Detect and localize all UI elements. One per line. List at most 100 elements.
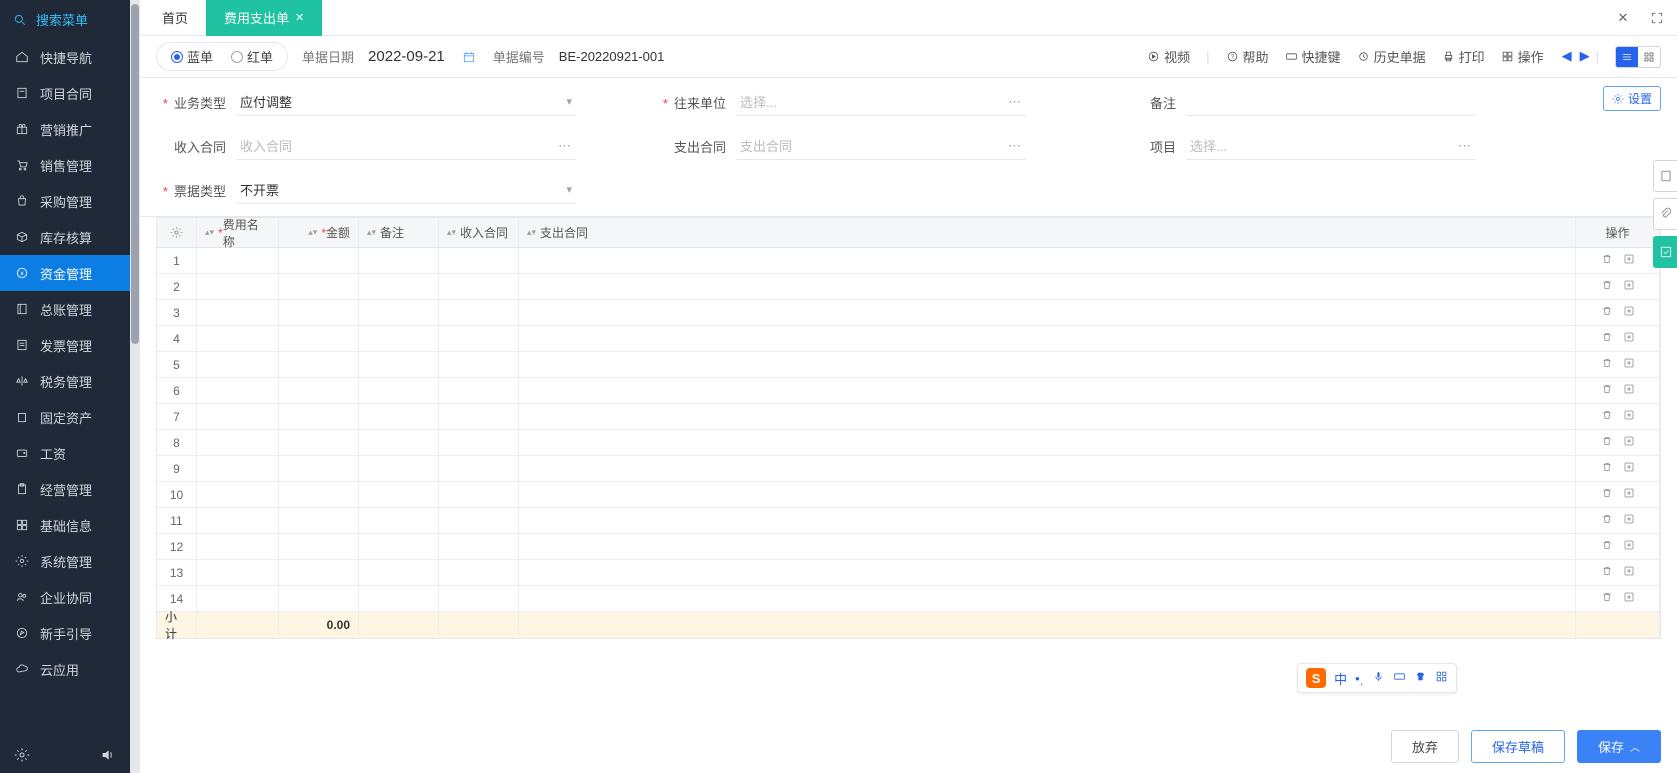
add-row-icon[interactable] [1623,409,1635,424]
cell-remark[interactable] [359,352,439,377]
view-grid-icon[interactable] [1638,47,1660,67]
sidebar-item-assets[interactable]: 固定资产 [0,399,130,435]
cell-name[interactable] [197,456,279,481]
dock-note-icon[interactable] [1653,160,1677,192]
sidebar-item-system[interactable]: 系统管理 [0,543,130,579]
sidebar-search[interactable]: 搜索菜单 [0,0,130,39]
cell-amount[interactable] [279,274,359,299]
cell-income[interactable] [439,378,519,403]
income-contract-select[interactable]: 收入合同⋯ [236,132,576,160]
col-name-header[interactable]: ▴▾*费用名称 [197,218,279,247]
cell-amount[interactable] [279,248,359,273]
col-remark-header[interactable]: ▴▾备注 [359,218,439,247]
table-row[interactable]: 6 [157,378,1660,404]
cell-name[interactable] [197,300,279,325]
cell-name[interactable] [197,482,279,507]
cell-remark[interactable] [359,456,439,481]
ime-punct-icon[interactable]: •ˌ [1355,671,1364,686]
sidebar-item-operations[interactable]: 经营管理 [0,471,130,507]
cell-amount[interactable] [279,482,359,507]
cell-amount[interactable] [279,300,359,325]
cell-remark[interactable] [359,274,439,299]
ime-toolbox-icon[interactable] [1435,670,1448,686]
cell-expense[interactable] [519,430,1576,455]
cell-amount[interactable] [279,456,359,481]
cell-income[interactable] [439,404,519,429]
add-row-icon[interactable] [1623,331,1635,346]
ime-bar[interactable]: S 中 •ˌ [1297,663,1457,693]
cell-expense[interactable] [519,300,1576,325]
cell-amount[interactable] [279,508,359,533]
delete-row-icon[interactable] [1601,461,1613,476]
cell-remark[interactable] [359,326,439,351]
col-income-header[interactable]: ▴▾收入合同 [439,218,519,247]
cell-expense[interactable] [519,534,1576,559]
sidebar-item-ledger[interactable]: 总账管理 [0,291,130,327]
col-expense-header[interactable]: ▴▾支出合同 [519,218,1576,247]
tab-home[interactable]: 首页 [144,0,206,36]
fullscreen-icon[interactable] [1647,8,1667,28]
cell-income[interactable] [439,274,519,299]
prev-doc-button[interactable]: ◀ [1560,49,1574,63]
cell-amount[interactable] [279,586,359,611]
add-row-icon[interactable] [1623,305,1635,320]
cell-remark[interactable] [359,248,439,273]
add-row-icon[interactable] [1623,591,1635,606]
cell-expense[interactable] [519,378,1576,403]
cell-income[interactable] [439,586,519,611]
add-row-icon[interactable] [1623,357,1635,372]
save-button[interactable]: 保存︿ [1577,730,1661,763]
delete-row-icon[interactable] [1601,539,1613,554]
sidebar-item-invoice[interactable]: 发票管理 [0,327,130,363]
remark-input[interactable] [1186,88,1476,116]
tab-expense[interactable]: 费用支出单✕ [206,0,322,36]
cell-income[interactable] [439,560,519,585]
sidebar-item-purchase[interactable]: 采购管理 [0,183,130,219]
history-button[interactable]: 历史单据 [1357,47,1426,66]
dock-attach-icon[interactable] [1653,198,1677,230]
cell-expense[interactable] [519,456,1576,481]
delete-row-icon[interactable] [1601,487,1613,502]
cell-income[interactable] [439,430,519,455]
cell-name[interactable] [197,560,279,585]
sidebar-item-collab[interactable]: 企业协同 [0,579,130,615]
sidebar-item-inventory[interactable]: 库存核算 [0,219,130,255]
table-row[interactable]: 14 [157,586,1660,612]
cell-expense[interactable] [519,326,1576,351]
delete-row-icon[interactable] [1601,279,1613,294]
sidebar-item-sales[interactable]: 销售管理 [0,147,130,183]
save-draft-button[interactable]: 保存草稿 [1471,730,1565,763]
cell-income[interactable] [439,456,519,481]
view-list-icon[interactable] [1616,47,1638,67]
settings-icon[interactable] [14,747,30,763]
delete-row-icon[interactable] [1601,409,1613,424]
cell-income[interactable] [439,534,519,559]
project-select[interactable]: 选择...⋯ [1186,132,1476,160]
cell-income[interactable] [439,326,519,351]
table-row[interactable]: 11 [157,508,1660,534]
cell-remark[interactable] [359,534,439,559]
cell-name[interactable] [197,248,279,273]
sidebar-scrollbar[interactable] [130,0,140,773]
cell-amount[interactable] [279,534,359,559]
cell-name[interactable] [197,430,279,455]
cell-expense[interactable] [519,482,1576,507]
add-row-icon[interactable] [1623,383,1635,398]
cell-income[interactable] [439,508,519,533]
delete-row-icon[interactable] [1601,383,1613,398]
cell-remark[interactable] [359,300,439,325]
settings-button[interactable]: 设置 [1603,86,1661,111]
cell-name[interactable] [197,404,279,429]
cell-amount[interactable] [279,378,359,403]
add-row-icon[interactable] [1623,253,1635,268]
delete-row-icon[interactable] [1601,513,1613,528]
cell-name[interactable] [197,534,279,559]
table-row[interactable]: 10 [157,482,1660,508]
sidebar-item-finance[interactable]: ¥资金管理 [0,255,130,291]
cell-remark[interactable] [359,430,439,455]
ime-mic-icon[interactable] [1372,670,1385,686]
cell-name[interactable] [197,586,279,611]
next-doc-button[interactable]: ▶ [1578,49,1592,63]
table-config-icon[interactable] [157,218,197,247]
table-row[interactable]: 7 [157,404,1660,430]
